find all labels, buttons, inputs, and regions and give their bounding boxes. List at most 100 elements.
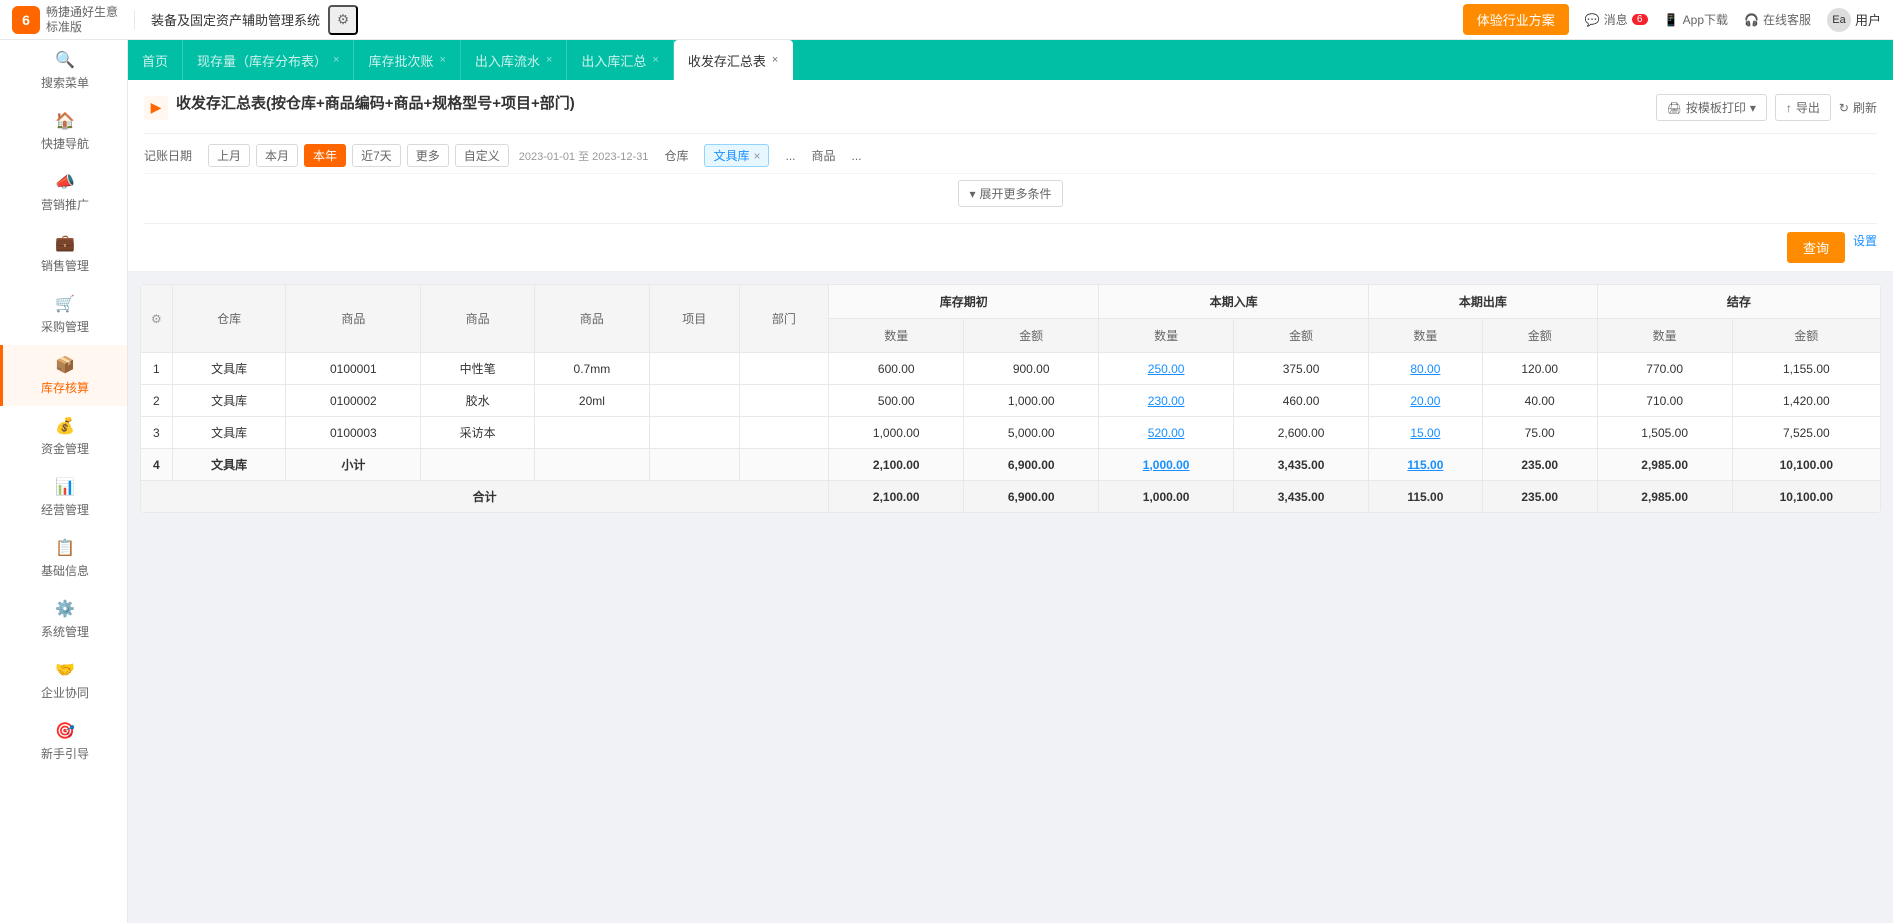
export-button[interactable]: ↑ 导出	[1775, 94, 1831, 121]
headset-icon: 🎧	[1744, 13, 1759, 27]
tab-batch-ledger[interactable]: 库存批次账 ×	[354, 40, 460, 80]
tab-close-icon[interactable]: ×	[772, 54, 778, 66]
expand-button[interactable]: ▾ 展开更多条件	[958, 180, 1062, 207]
search-icon: 🔍	[55, 50, 75, 70]
date-btn-this-year[interactable]: 本年	[304, 144, 346, 167]
briefcase-icon: 💼	[55, 233, 75, 253]
filter-section: 记账日期 上月 本月 本年 近7天 更多 自定义 2023-01-01 至 20…	[144, 133, 1877, 224]
row-out-amt: 75.00	[1482, 417, 1597, 449]
message-badge: 6	[1632, 14, 1648, 25]
sidebar-item-label: 新手引导	[41, 745, 89, 762]
sidebar-item-label: 企业协同	[41, 684, 89, 701]
tab-receive-summary[interactable]: 收发存汇总表 ×	[674, 40, 793, 80]
row-in-amt: 460.00	[1234, 385, 1369, 417]
export-icon: ↑	[1786, 101, 1792, 115]
tab-close-icon[interactable]: ×	[439, 54, 445, 66]
date-btn-custom[interactable]: 自定义	[455, 144, 509, 167]
date-btn-7days[interactable]: 近7天	[352, 144, 401, 167]
row-closing-amt: 7,525.00	[1732, 417, 1880, 449]
row-closing-qty: 710.00	[1597, 385, 1732, 417]
page-content: ▶ 收发存汇总表(按仓库+商品编码+商品+规格型号+项目+部门) 🖨 按模板打印…	[128, 80, 1893, 923]
sidebar-item-operations[interactable]: 📊 经营管理	[0, 467, 127, 528]
sidebar-item-label: 资金管理	[41, 440, 89, 457]
sidebar-item-guide[interactable]: 🎯 新手引导	[0, 711, 127, 772]
row-opening-qty: 1,000.00	[829, 417, 964, 449]
filter-expand-row: ▾ 展开更多条件	[144, 173, 1877, 213]
sidebar-item-marketing[interactable]: 📣 营销推广	[0, 162, 127, 223]
th-in-group: 本期入库	[1099, 285, 1369, 319]
th-opening-amt: 金额	[964, 319, 1099, 353]
subtotal-closing-qty: 2,985.00	[1597, 449, 1732, 481]
date-btn-last-month[interactable]: 上月	[208, 144, 250, 167]
tab-io-summary[interactable]: 出入库汇总 ×	[567, 40, 673, 80]
tab-home[interactable]: 首页	[128, 40, 183, 80]
sidebar-item-inventory[interactable]: 📦 库存核算	[0, 345, 127, 406]
user-area[interactable]: Ea 用户	[1827, 8, 1881, 32]
total-closing-amt: 10,100.00	[1732, 481, 1880, 513]
tab-io-flow[interactable]: 出入库流水 ×	[461, 40, 567, 80]
goods-more-button[interactable]: ...	[852, 149, 862, 163]
date-btn-more[interactable]: 更多	[407, 144, 449, 167]
sidebar-item-finance[interactable]: 💰 资金管理	[0, 406, 127, 467]
message-button[interactable]: 💬 消息 6	[1585, 11, 1648, 28]
row-in-qty[interactable]: 520.00	[1099, 417, 1234, 449]
box-icon: 📦	[55, 355, 75, 375]
online-service-button[interactable]: 🎧 在线客服	[1744, 11, 1811, 28]
row-in-qty[interactable]: 250.00	[1099, 353, 1234, 385]
refresh-button[interactable]: ↻ 刷新	[1839, 99, 1877, 116]
system-title: 装备及固定资产辅助管理系统	[151, 10, 320, 29]
row-goods-spec: 0.7mm	[534, 353, 649, 385]
content-area: 首页 现存量（库存分布表） × 库存批次账 × 出入库流水 × 出入库汇总 ×	[128, 40, 1893, 923]
sidebar-item-label: 系统管理	[41, 623, 89, 640]
sidebar-item-basic-info[interactable]: 📋 基础信息	[0, 528, 127, 589]
th-goods-code: 商品	[286, 285, 421, 353]
subtotal-empty2	[534, 449, 649, 481]
tab-close-icon[interactable]: ×	[546, 54, 552, 66]
sidebar-item-cooperation[interactable]: 🤝 企业协同	[0, 650, 127, 711]
th-warehouse: 仓库	[172, 285, 286, 353]
th-closing-qty: 数量	[1597, 319, 1732, 353]
tab-close-icon[interactable]: ×	[333, 54, 339, 66]
date-btn-this-month[interactable]: 本月	[256, 144, 298, 167]
table-settings-col[interactable]: ⚙	[141, 285, 173, 353]
row-closing-qty: 770.00	[1597, 353, 1732, 385]
th-closing-group: 结存	[1597, 285, 1880, 319]
row-out-qty[interactable]: 15.00	[1369, 417, 1483, 449]
sidebar-item-label: 营销推广	[41, 196, 89, 213]
row-out-qty[interactable]: 20.00	[1369, 385, 1483, 417]
warehouse-more-button[interactable]: ...	[785, 149, 795, 163]
settings-gear-button[interactable]: ⚙	[328, 5, 358, 35]
table-row: 2 文具库 0100002 胶水 20ml 500.00 1,000.00	[141, 385, 1881, 417]
row-department	[739, 385, 829, 417]
settings-link[interactable]: 设置	[1853, 232, 1877, 263]
row-goods-code: 0100002	[286, 385, 421, 417]
th-department: 部门	[739, 285, 829, 353]
row-closing-amt: 1,155.00	[1732, 353, 1880, 385]
app-download-button[interactable]: 📱 App下载	[1664, 11, 1728, 28]
sidebar-item-purchase[interactable]: 🛒 采购管理	[0, 284, 127, 345]
tag-close-icon[interactable]: ×	[753, 149, 760, 163]
subtotal-in-qty[interactable]: 1,000.00	[1099, 449, 1234, 481]
subtotal-out-qty[interactable]: 115.00	[1369, 449, 1483, 481]
sidebar-item-label: 销售管理	[41, 257, 89, 274]
print-button[interactable]: 🖨 按模板打印 ▾	[1656, 94, 1767, 121]
subtotal-label: 小计	[286, 449, 421, 481]
top-bar-actions: 体验行业方案 💬 消息 6 📱 App下载 🎧 在线客服 Ea 用户	[1463, 4, 1881, 35]
toggle-arrow-button[interactable]: ▶	[144, 96, 168, 120]
sidebar-item-search-menu[interactable]: 🔍 搜索菜单	[0, 40, 127, 101]
query-button[interactable]: 查询	[1787, 232, 1845, 263]
row-out-qty[interactable]: 80.00	[1369, 353, 1483, 385]
row-in-qty[interactable]: 230.00	[1099, 385, 1234, 417]
row-no: 1	[141, 353, 173, 385]
row-out-amt: 40.00	[1482, 385, 1597, 417]
row-department	[739, 417, 829, 449]
row-goods-spec: 20ml	[534, 385, 649, 417]
tab-close-icon[interactable]: ×	[652, 54, 658, 66]
sidebar-item-quick-nav[interactable]: 🏠 快捷导航	[0, 101, 127, 162]
tab-stock-dist[interactable]: 现存量（库存分布表） ×	[183, 40, 354, 80]
warehouse-tag[interactable]: 文具库 ×	[704, 144, 769, 167]
experience-button[interactable]: 体验行业方案	[1463, 4, 1569, 35]
sidebar-item-sales[interactable]: 💼 销售管理	[0, 223, 127, 284]
th-out-group: 本期出库	[1369, 285, 1598, 319]
sidebar-item-system[interactable]: ⚙️ 系统管理	[0, 589, 127, 650]
